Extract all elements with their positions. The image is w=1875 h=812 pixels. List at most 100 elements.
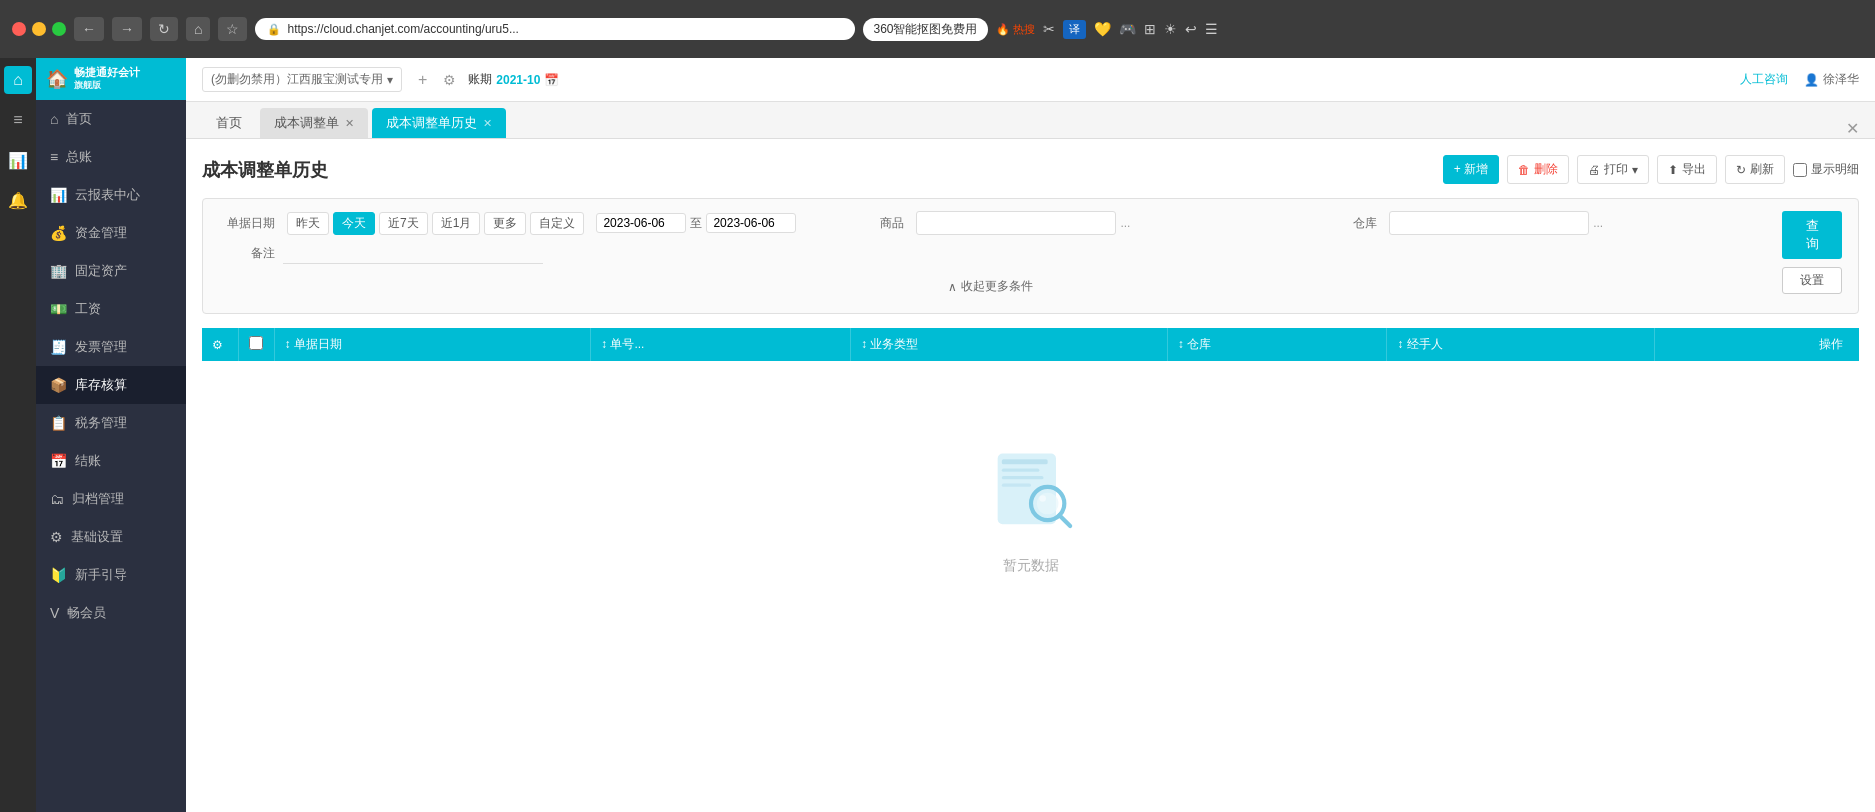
- add-company-btn[interactable]: +: [414, 71, 431, 89]
- th-number[interactable]: ↕ 单号...: [591, 328, 851, 361]
- fixed-assets-menu-icon: 🏢: [50, 263, 67, 279]
- company-dropdown-icon: ▾: [387, 73, 393, 87]
- refresh-btn[interactable]: ↻ 刷新: [1725, 155, 1785, 184]
- home-nav-btn[interactable]: ⌂: [186, 17, 210, 41]
- export-btn[interactable]: ⬆ 导出: [1657, 155, 1717, 184]
- window-max-btn[interactable]: [52, 22, 66, 36]
- star-btn[interactable]: ☆: [218, 17, 247, 41]
- sidebar-item-tax[interactable]: 📋 税务管理: [36, 404, 186, 442]
- tab-cost-adjust[interactable]: 成本调整单 ✕: [260, 108, 368, 138]
- sidebar-item-fixed-assets[interactable]: 🏢 固定资产: [36, 252, 186, 290]
- grid-icon[interactable]: ⊞: [1144, 21, 1156, 37]
- brightness-icon[interactable]: ☀: [1164, 21, 1177, 37]
- panel-close-btn[interactable]: ✕: [1846, 119, 1859, 138]
- scissors-icon[interactable]: ✂: [1043, 21, 1055, 37]
- date-btn-more[interactable]: 更多: [484, 212, 526, 235]
- window-min-btn[interactable]: [32, 22, 46, 36]
- icon-bar-notification[interactable]: 🔔: [4, 186, 32, 214]
- th-gear[interactable]: ⚙: [202, 328, 238, 361]
- search-box[interactable]: 360智能抠图免费用: [863, 18, 987, 41]
- query-btn[interactable]: 查询: [1782, 211, 1842, 259]
- goods-more-btn[interactable]: ...: [1120, 216, 1130, 230]
- collapse-filter-label: 收起更多条件: [961, 278, 1033, 295]
- show-detail-checkbox[interactable]: [1793, 163, 1807, 177]
- sidebar-item-reports[interactable]: 📊 云报表中心: [36, 176, 186, 214]
- th-date[interactable]: ↕ 单据日期: [274, 328, 591, 361]
- date-from-input[interactable]: [596, 213, 686, 233]
- delete-btn[interactable]: 🗑 删除: [1507, 155, 1569, 184]
- sidebar-item-archive[interactable]: 🗂 归档管理: [36, 480, 186, 518]
- back-btn[interactable]: ←: [74, 17, 104, 41]
- date-btn-1month[interactable]: 近1月: [432, 212, 481, 235]
- date-shortcuts: 昨天 今天 近7天 近1月 更多 自定义: [287, 212, 584, 235]
- sidebar-item-invoices[interactable]: 🧾 发票管理: [36, 328, 186, 366]
- wallet-icon[interactable]: 💛: [1094, 21, 1111, 37]
- goods-filter-input[interactable]: [916, 211, 1116, 235]
- date-btn-yesterday[interactable]: 昨天: [287, 212, 329, 235]
- menu-icon[interactable]: ☰: [1205, 21, 1218, 37]
- forward-btn[interactable]: →: [112, 17, 142, 41]
- sidebar-item-ledger[interactable]: ≡ 总账: [36, 138, 186, 176]
- sidebar-label-payroll: 工资: [75, 300, 101, 318]
- vip-menu-icon: V: [50, 605, 59, 621]
- date-btn-today[interactable]: 今天: [333, 212, 375, 235]
- page-actions: + 新增 🗑 删除 🖨 打印 ▾ ⬆ 导出 ↻: [1443, 155, 1859, 184]
- sidebar-item-inventory[interactable]: 📦 库存核算: [36, 366, 186, 404]
- show-detail-toggle[interactable]: 显示明细: [1793, 161, 1859, 178]
- browser-window-controls[interactable]: [12, 22, 66, 36]
- tab-home[interactable]: 首页: [202, 108, 256, 138]
- calendar-icon[interactable]: 📅: [544, 73, 559, 87]
- reload-btn[interactable]: ↻: [150, 17, 178, 41]
- date-btn-custom[interactable]: 自定义: [530, 212, 584, 235]
- sidebar-item-vip[interactable]: V 畅会员: [36, 594, 186, 632]
- th-warehouse[interactable]: ↕ 仓库: [1167, 328, 1387, 361]
- warehouse-more-btn[interactable]: ...: [1593, 216, 1603, 230]
- empty-state: 暂元数据: [202, 361, 1859, 655]
- tab-cost-adjust-close[interactable]: ✕: [345, 117, 354, 130]
- icon-bar-home[interactable]: ⌂: [4, 66, 32, 94]
- tab-cost-adjust-history-close[interactable]: ✕: [483, 117, 492, 130]
- th-handler[interactable]: ↕ 经手人: [1387, 328, 1655, 361]
- game-icon[interactable]: 🎮: [1119, 21, 1136, 37]
- company-selector[interactable]: (勿删勿禁用）江西服宝测试专用 ▾: [202, 67, 402, 92]
- translate-icon[interactable]: 译: [1063, 20, 1086, 39]
- print-icon: 🖨: [1588, 163, 1600, 177]
- filter-settings-btn[interactable]: 设置: [1782, 267, 1842, 294]
- icon-bar-ledger[interactable]: ≡: [4, 106, 32, 134]
- sidebar-item-funds[interactable]: 💰 资金管理: [36, 214, 186, 252]
- support-btn[interactable]: 人工咨询: [1740, 71, 1788, 88]
- svg-rect-3: [1001, 476, 1043, 479]
- period-value: 2021-10: [496, 73, 540, 87]
- date-to-input[interactable]: [706, 213, 796, 233]
- window-close-btn[interactable]: [12, 22, 26, 36]
- print-btn[interactable]: 🖨 打印 ▾: [1577, 155, 1649, 184]
- collapse-filter-btn[interactable]: ∧ 收起更多条件: [219, 272, 1762, 301]
- delete-icon: 🗑: [1518, 163, 1530, 177]
- undo-icon[interactable]: ↩: [1185, 21, 1197, 37]
- th-action-label: 操作: [1819, 337, 1843, 351]
- address-bar[interactable]: 🔒 https://cloud.chanjet.com/accounting/u…: [255, 18, 855, 40]
- select-all-checkbox[interactable]: [249, 336, 263, 350]
- th-check[interactable]: [238, 328, 274, 361]
- sidebar: 🏠 畅捷通好会计 旗舰版 ⌂ 首页 ≡ 总账 📊 云报表中心 💰 资金管理: [36, 58, 186, 812]
- th-biz-type[interactable]: ↕ 业务类型: [851, 328, 1168, 361]
- app-container: ⌂ ≡ 📊 🔔 🏠 畅捷通好会计 旗舰版 ⌂ 首页 ≡ 总账 📊 云报表中心: [0, 58, 1875, 812]
- tab-cost-adjust-history[interactable]: 成本调整单历史 ✕: [372, 108, 506, 138]
- user-menu[interactable]: 👤 徐泽华: [1804, 71, 1859, 88]
- th-date-label: ↕ 单据日期: [285, 337, 342, 351]
- notes-filter-input[interactable]: [283, 243, 543, 264]
- sidebar-item-guide[interactable]: 🔰 新手引导: [36, 556, 186, 594]
- show-detail-label: 显示明细: [1811, 161, 1859, 178]
- new-btn[interactable]: + 新增: [1443, 155, 1499, 184]
- sidebar-label-settings: 基础设置: [71, 528, 123, 546]
- warehouse-filter-input[interactable]: [1389, 211, 1589, 235]
- settings-gear-icon[interactable]: ⚙: [443, 72, 456, 88]
- goods-filter-label: 商品: [848, 215, 904, 232]
- invoices-menu-icon: 🧾: [50, 339, 67, 355]
- date-btn-7days[interactable]: 近7天: [379, 212, 428, 235]
- sidebar-item-settings[interactable]: ⚙ 基础设置: [36, 518, 186, 556]
- sidebar-item-payroll[interactable]: 💵 工资: [36, 290, 186, 328]
- icon-bar-reports[interactable]: 📊: [4, 146, 32, 174]
- sidebar-item-period-close[interactable]: 📅 结账: [36, 442, 186, 480]
- sidebar-item-home[interactable]: ⌂ 首页: [36, 100, 186, 138]
